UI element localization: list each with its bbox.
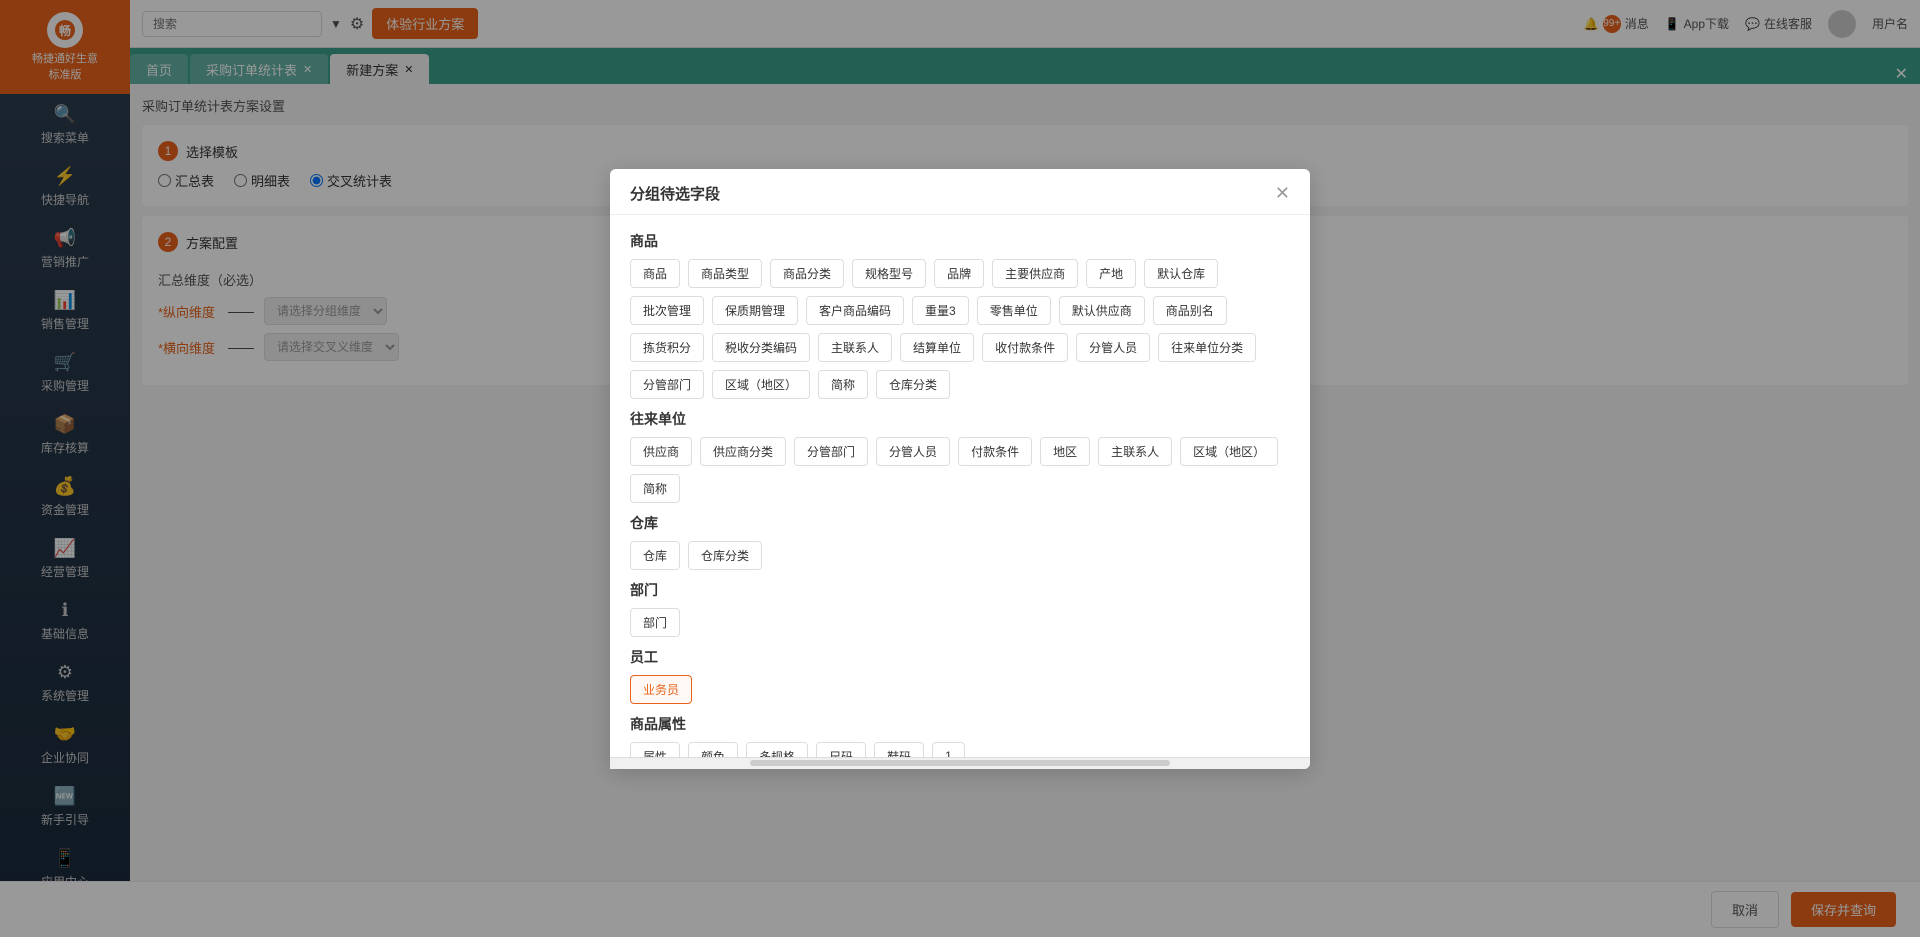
field-btn-payment-cond[interactable]: 付款条件 [958, 437, 1032, 466]
field-grid-goods: 商品 商品类型 商品分类 规格型号 品牌 主要供应商 产地 默认仓库 批次管理 … [630, 259, 1290, 399]
field-btn-person-partners[interactable]: 分管人员 [876, 437, 950, 466]
field-grid-warehouse: 仓库 仓库分类 [630, 541, 1290, 570]
field-grid-goods-attrs: 属性 颜色 多规格 尺码 鞋码 1 [630, 742, 1290, 757]
field-btn-region-partners[interactable]: 地区 [1040, 437, 1090, 466]
field-btn-short-name-goods[interactable]: 简称 [818, 370, 868, 399]
modal-header: 分组待选字段 ✕ [610, 169, 1310, 215]
field-btn-pick-points[interactable]: 拣货积分 [630, 333, 704, 362]
field-btn-settlement-unit[interactable]: 结算单位 [900, 333, 974, 362]
field-btn-dept[interactable]: 分管部门 [630, 370, 704, 399]
modal-body: 商品 商品 商品类型 商品分类 规格型号 品牌 主要供应商 产地 默认仓库 批次… [610, 215, 1310, 757]
field-grid-employee: 业务员 [630, 675, 1290, 704]
field-grid-department: 部门 [630, 608, 1290, 637]
scrollbar-thumb [750, 760, 1170, 766]
field-btn-size[interactable]: 尺码 [816, 742, 866, 757]
field-btn-weight3[interactable]: 重量3 [912, 296, 969, 325]
field-btn-retail-unit[interactable]: 零售单位 [977, 296, 1051, 325]
field-btn-employee[interactable]: 业务员 [630, 675, 692, 704]
field-btn-short-name-partners[interactable]: 简称 [630, 474, 680, 503]
field-btn-spec-type[interactable]: 规格型号 [852, 259, 926, 288]
field-btn-default-supplier[interactable]: 默认供应商 [1059, 296, 1145, 325]
field-btn-payment-terms[interactable]: 收付款条件 [982, 333, 1068, 362]
field-btn-goods[interactable]: 商品 [630, 259, 680, 288]
field-btn-batch-mgmt[interactable]: 批次管理 [630, 296, 704, 325]
section-title-goods: 商品 [630, 231, 1290, 251]
section-title-goods-attrs: 商品属性 [630, 714, 1290, 734]
field-btn-tax-code[interactable]: 税收分类编码 [712, 333, 810, 362]
field-btn-dept-partners[interactable]: 分管部门 [794, 437, 868, 466]
field-btn-default-warehouse[interactable]: 默认仓库 [1144, 259, 1218, 288]
modal-title: 分组待选字段 [630, 183, 720, 204]
section-title-department: 部门 [630, 580, 1290, 600]
field-btn-multi-spec[interactable]: 多规格 [746, 742, 808, 757]
modal-close-button[interactable]: ✕ [1275, 183, 1290, 204]
field-btn-attr[interactable]: 属性 [630, 742, 680, 757]
field-btn-expiry-mgmt[interactable]: 保质期管理 [712, 296, 798, 325]
field-btn-region2-partners[interactable]: 区域（地区） [1180, 437, 1278, 466]
section-title-employee: 员工 [630, 647, 1290, 667]
field-btn-contact-partners[interactable]: 主联系人 [1098, 437, 1172, 466]
field-btn-partner-category[interactable]: 往来单位分类 [1158, 333, 1256, 362]
field-btn-goods-type[interactable]: 商品类型 [688, 259, 762, 288]
field-btn-shoe-size[interactable]: 鞋码 [874, 742, 924, 757]
field-btn-department[interactable]: 部门 [630, 608, 680, 637]
modal-scrollbar-x[interactable] [610, 757, 1310, 769]
field-btn-supplier[interactable]: 供应商 [630, 437, 692, 466]
field-btn-region-goods[interactable]: 区域（地区） [712, 370, 810, 399]
field-btn-main-supplier[interactable]: 主要供应商 [992, 259, 1078, 288]
section-title-partners: 往来单位 [630, 409, 1290, 429]
field-btn-warehouse[interactable]: 仓库 [630, 541, 680, 570]
field-grid-partners: 供应商 供应商分类 分管部门 分管人员 付款条件 地区 主联系人 区域（地区） … [630, 437, 1290, 503]
field-btn-main-contact[interactable]: 主联系人 [818, 333, 892, 362]
field-btn-person-in-charge[interactable]: 分管人员 [1076, 333, 1150, 362]
field-btn-num1[interactable]: 1 [932, 742, 965, 757]
field-btn-customer-code[interactable]: 客户商品编码 [806, 296, 904, 325]
field-btn-goods-alias[interactable]: 商品别名 [1153, 296, 1227, 325]
field-btn-brand[interactable]: 品牌 [934, 259, 984, 288]
field-select-modal: 分组待选字段 ✕ 商品 商品 商品类型 商品分类 规格型号 品牌 主要供应商 产… [610, 169, 1310, 769]
field-btn-supplier-category[interactable]: 供应商分类 [700, 437, 786, 466]
field-btn-warehouse-category-goods[interactable]: 仓库分类 [876, 370, 950, 399]
field-btn-goods-category[interactable]: 商品分类 [770, 259, 844, 288]
field-btn-warehouse-category[interactable]: 仓库分类 [688, 541, 762, 570]
field-btn-color[interactable]: 颜色 [688, 742, 738, 757]
field-btn-origin[interactable]: 产地 [1086, 259, 1136, 288]
section-title-warehouse: 仓库 [630, 513, 1290, 533]
